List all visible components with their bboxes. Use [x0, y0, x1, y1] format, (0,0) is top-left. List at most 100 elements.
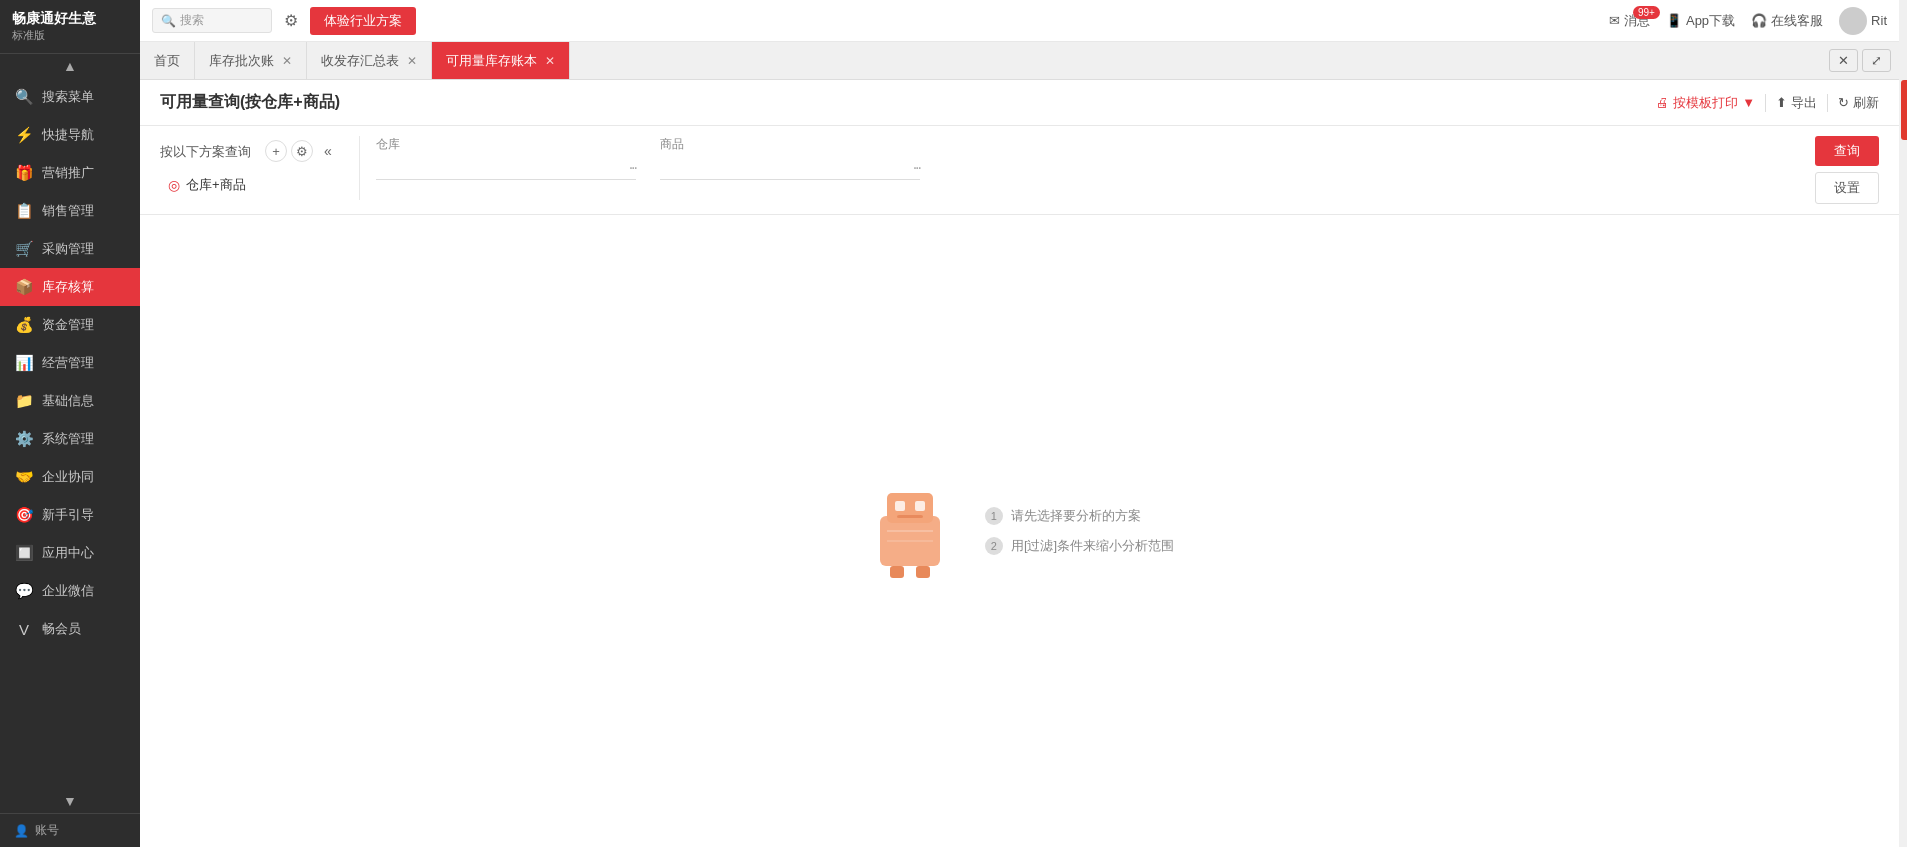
tab-batch[interactable]: 库存批次账 ✕	[195, 42, 307, 80]
sidebar-item-system[interactable]: ⚙️系统管理	[0, 420, 140, 458]
sidebar-label-sales: 销售管理	[42, 202, 94, 220]
sidebar-logo: 畅康通好生意 标准版	[0, 0, 140, 54]
hint-item-1: 1 请先选择要分析的方案	[985, 507, 1174, 525]
user-name: Rit	[1871, 13, 1887, 28]
page-header-actions: 🖨 按模板打印 ▼ ⬆ 导出 ↻ 刷新	[1656, 94, 1879, 112]
sidebar-scroll-down[interactable]: ▼	[0, 789, 140, 813]
empty-robot-icon	[865, 481, 955, 581]
print-dropdown-icon: ▼	[1742, 95, 1755, 110]
filter-fields: 仓库 ··· 商品 ···	[360, 136, 1799, 180]
template-print-button[interactable]: 🖨 按模板打印 ▼	[1656, 94, 1755, 112]
empty-state-inner: 1 请先选择要分析的方案 2 用[过滤]条件来缩小分析范围	[865, 481, 1174, 581]
add-scheme-btn[interactable]: +	[265, 140, 287, 162]
headset-icon: 🎧	[1751, 13, 1767, 28]
filter-area: 按以下方案查询 + ⚙ « ◎ 仓库+商品 仓库	[140, 126, 1899, 215]
sidebar-item-inventory[interactable]: 📦库存核算	[0, 268, 140, 306]
app-download-button[interactable]: 📱 App下载	[1666, 12, 1735, 30]
empty-state: 1 请先选择要分析的方案 2 用[过滤]条件来缩小分析范围	[140, 215, 1899, 847]
product-more-icon[interactable]: ···	[913, 159, 920, 177]
main-area: 🔍 搜索 ⚙ 体验行业方案 ✉ 消息 99+ 📱 App下载 🎧 在线客服 Ri…	[140, 0, 1899, 847]
sidebar-item-search[interactable]: 🔍搜索菜单	[0, 78, 140, 116]
app-download-label: App下载	[1686, 12, 1735, 30]
expand-btn[interactable]: ⤢	[1862, 49, 1891, 72]
sidebar-item-operation[interactable]: 📊经营管理	[0, 344, 140, 382]
sidebar-item-quicknav[interactable]: ⚡快捷导航	[0, 116, 140, 154]
sidebar-item-finance[interactable]: 💰资金管理	[0, 306, 140, 344]
filter-label: 按以下方案查询	[160, 137, 251, 161]
svg-rect-4	[897, 515, 923, 518]
search-box[interactable]: 🔍 搜索	[152, 8, 272, 33]
sidebar-label-marketing: 营销推广	[42, 164, 94, 182]
online-service-button[interactable]: 🎧 在线客服	[1751, 12, 1823, 30]
product-input[interactable]	[660, 161, 913, 176]
sidebar-icon-marketing: 🎁	[14, 164, 34, 182]
sidebar-item-marketing[interactable]: 🎁 营销推广	[0, 154, 140, 192]
filter-left: 按以下方案查询 + ⚙ « ◎ 仓库+商品	[160, 136, 360, 200]
svg-rect-6	[916, 566, 930, 578]
sidebar-label-wechat: 企业微信	[42, 582, 94, 600]
warehouse-more-icon[interactable]: ···	[629, 159, 636, 177]
empty-icon-container: 1 请先选择要分析的方案 2 用[过滤]条件来缩小分析范围	[865, 481, 1174, 581]
export-button[interactable]: ⬆ 导出	[1776, 94, 1817, 112]
export-icon: ⬆	[1776, 95, 1787, 110]
sidebar-item-member[interactable]: V 畅会员	[0, 610, 140, 648]
sidebar-user-label: 账号	[35, 822, 59, 839]
sidebar-icon-sales: 📋	[14, 202, 34, 220]
scroll-down-btn[interactable]: ▼	[63, 793, 77, 809]
settings-button[interactable]: 设置	[1815, 172, 1879, 204]
sidebar-item-purchase[interactable]: 🛒采购管理	[0, 230, 140, 268]
sidebar-label-quicknav: 快捷导航	[42, 126, 94, 144]
sidebar-icon-inventory: 📦	[14, 278, 34, 296]
sidebar-icon-operation: 📊	[14, 354, 34, 372]
collapse-btn[interactable]: «	[317, 140, 339, 162]
sidebar-item-enterprise[interactable]: 🤝企业协同	[0, 458, 140, 496]
sidebar-scroll-up[interactable]: ▲	[0, 54, 140, 78]
sidebar-item-appcenter[interactable]: 🔲应用中心	[0, 534, 140, 572]
right-panel-indicator	[1901, 80, 1907, 140]
exp-button[interactable]: 体验行业方案	[310, 7, 416, 35]
query-button[interactable]: 查询	[1815, 136, 1879, 166]
sidebar-bottom[interactable]: 👤 账号	[0, 813, 140, 847]
sidebar-label-member: 畅会员	[42, 620, 81, 638]
filter-field-product: 商品 ···	[660, 136, 920, 180]
app-version: 标准版	[12, 28, 128, 43]
sidebar-icon-member: V	[14, 621, 34, 638]
tab-home[interactable]: 首页	[140, 42, 195, 80]
product-label: 商品	[660, 136, 920, 153]
avatar	[1839, 7, 1867, 35]
sidebar-item-newguide[interactable]: 🎯新手引导	[0, 496, 140, 534]
scheme-label: 仓库+商品	[186, 176, 246, 194]
export-label: 导出	[1791, 94, 1817, 112]
tab-close-batch[interactable]: ✕	[282, 54, 292, 68]
settings-scheme-btn[interactable]: ⚙	[291, 140, 313, 162]
svg-rect-2	[895, 501, 905, 511]
topbar-right: ✉ 消息 99+ 📱 App下载 🎧 在线客服 Rit	[1609, 7, 1887, 35]
user-profile[interactable]: Rit	[1839, 7, 1887, 35]
sidebar-item-sales[interactable]: 📋 销售管理	[0, 192, 140, 230]
sidebar-label-finance: 资金管理	[42, 316, 94, 334]
tab-close-summary[interactable]: ✕	[407, 54, 417, 68]
tab-close-available[interactable]: ✕	[545, 54, 555, 68]
tab-summary[interactable]: 收发存汇总表✕	[307, 42, 432, 80]
hint-num-1: 1	[985, 507, 1003, 525]
gear-icon[interactable]: ⚙	[280, 7, 302, 34]
scheme-item[interactable]: ◎ 仓库+商品	[160, 170, 347, 200]
topbar: 🔍 搜索 ⚙ 体验行业方案 ✉ 消息 99+ 📱 App下载 🎧 在线客服 Ri…	[140, 0, 1899, 42]
scroll-up-btn[interactable]: ▲	[63, 58, 77, 74]
tab-available[interactable]: 可用量库存账本✕	[432, 42, 570, 80]
warehouse-input[interactable]	[376, 161, 629, 176]
sidebar-label-search: 搜索菜单	[42, 88, 94, 106]
message-button[interactable]: ✉ 消息 99+	[1609, 12, 1650, 30]
tab-label-batch: 库存批次账	[209, 52, 274, 70]
scheme-icon: ◎	[168, 177, 180, 193]
refresh-button[interactable]: ↻ 刷新	[1838, 94, 1879, 112]
close-tab-btn[interactable]: ✕	[1829, 49, 1858, 72]
template-print-label: 按模板打印	[1673, 94, 1738, 112]
sidebar-icon-basic: 📁	[14, 392, 34, 410]
sidebar-item-wechat[interactable]: 💬企业微信	[0, 572, 140, 610]
divider1	[1765, 94, 1766, 112]
refresh-icon: ↻	[1838, 95, 1849, 110]
sidebar-icon-appcenter: 🔲	[14, 544, 34, 562]
sidebar-item-basic[interactable]: 📁基础信息	[0, 382, 140, 420]
tabs-actions: ✕ ⤢	[1829, 49, 1899, 72]
